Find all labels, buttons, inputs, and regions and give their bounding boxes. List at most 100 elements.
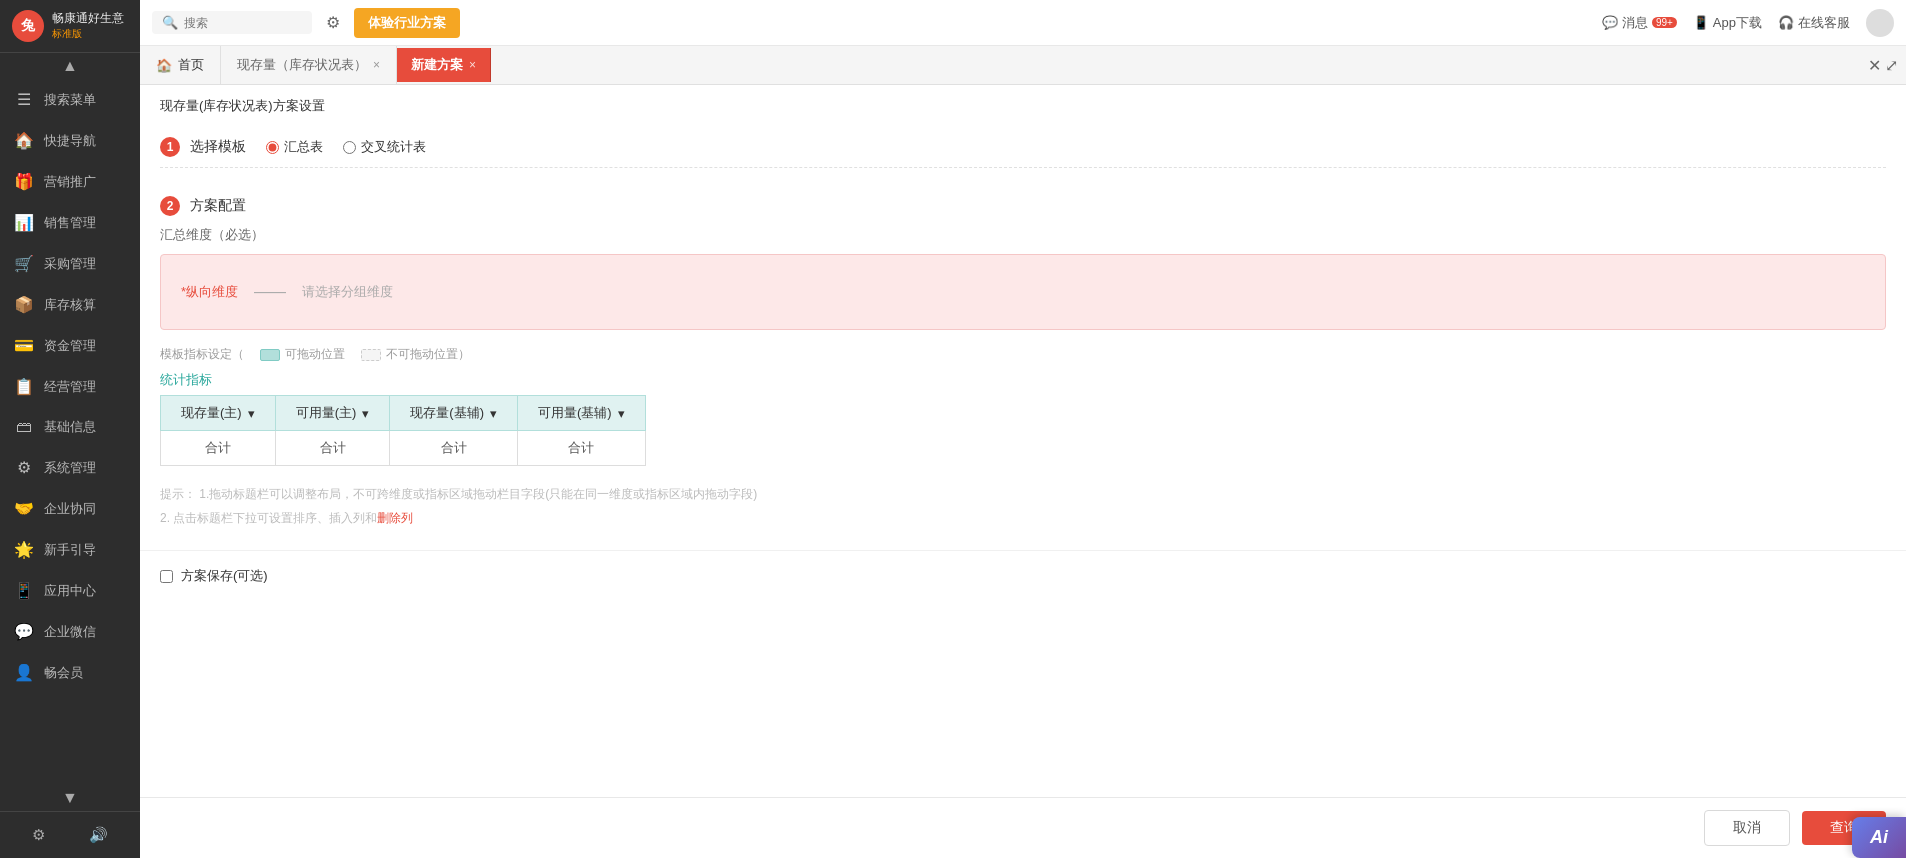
- stats-column-cell: 合计: [518, 431, 646, 466]
- sidebar-item-purchase[interactable]: 🛒 采购管理: [0, 243, 140, 284]
- topbar-right: 💬 消息 99+ 📱 App下载 🎧 在线客服: [1602, 9, 1894, 37]
- sidebar-item-system[interactable]: ⚙系统管理: [0, 447, 140, 488]
- step2-section: 2 方案配置 汇总维度（必选） *纵向维度 —— 请选择分组维度 模板指标设定（: [160, 167, 1886, 530]
- app-download-btn[interactable]: 📱 App下载: [1693, 14, 1762, 32]
- avatar[interactable]: [1866, 9, 1894, 37]
- radio-cross-label: 交叉统计表: [361, 138, 426, 156]
- search-box[interactable]: 🔍: [152, 11, 312, 34]
- dimension-required: *纵向维度: [181, 283, 238, 301]
- window-expand-btn[interactable]: ⤢: [1885, 56, 1898, 75]
- dimension-divider: ——: [254, 283, 286, 301]
- dimension-box[interactable]: *纵向维度 —— 请选择分组维度: [160, 254, 1886, 330]
- sidebar-item-operation[interactable]: 📋 经营管理: [0, 366, 140, 407]
- tab-inventory-close[interactable]: ×: [373, 58, 380, 72]
- sales-icon: 📊: [14, 213, 34, 232]
- sidebar-item-wechat[interactable]: 💬企业微信: [0, 611, 140, 652]
- sidebar-item-finance[interactable]: 💳资金管理: [0, 325, 140, 366]
- tab-inventory-label: 现存量（库存状况表）: [237, 56, 367, 74]
- window-controls: ✕ ⤢: [1868, 56, 1906, 75]
- indicator-legend: 模板指标设定（ 可拖动位置 不可拖动位置）: [160, 346, 1886, 363]
- sidebar-item-guide[interactable]: 🌟 新手引导: [0, 529, 140, 570]
- sidebar-item-label-contract: 企业协同: [44, 500, 96, 518]
- sidebar-item-contract[interactable]: 🤝 企业协同: [0, 488, 140, 529]
- tip1: 提示： 1.拖动标题栏可以调整布局，不可跨维度或指标区域拖动栏目字段(只能在同一…: [160, 482, 1886, 506]
- stats-column-header[interactable]: 现存量(主)▾: [161, 396, 276, 431]
- save-label: 方案保存(可选): [181, 567, 268, 585]
- step1-num: 1: [160, 137, 180, 157]
- search-input[interactable]: [184, 16, 284, 30]
- tab-new-scheme[interactable]: 新建方案 ×: [397, 48, 491, 82]
- tip2: 2. 点击标题栏下拉可设置排序、插入列和删除列: [160, 506, 1886, 530]
- stats-column-cell: 合计: [390, 431, 518, 466]
- sidebar-item-shortcut[interactable]: 🏠 快捷导航: [0, 120, 140, 161]
- shortcut-icon: 🏠: [14, 131, 34, 150]
- message-icon: 💬: [1602, 15, 1618, 30]
- sidebar-sound-btn[interactable]: 🔊: [85, 822, 112, 848]
- sidebar-item-label-operation: 经营管理: [44, 378, 96, 396]
- sidebar-scroll-down-btn[interactable]: ▼: [0, 785, 140, 811]
- sidebar-item-label-purchase: 采购管理: [44, 255, 96, 273]
- ai-float-btn[interactable]: Ai: [1852, 817, 1906, 858]
- member-icon: 👤: [14, 663, 34, 682]
- sidebar-item-label-guide: 新手引导: [44, 541, 96, 559]
- headset-icon: 🎧: [1778, 15, 1794, 30]
- sidebar-item-label-member: 畅会员: [44, 664, 83, 682]
- stats-column-header[interactable]: 可用量(基辅)▾: [518, 396, 646, 431]
- indicator-config: 模板指标设定（ 可拖动位置 不可拖动位置） 统计指标: [160, 346, 1886, 530]
- logo-icon: 兔: [12, 10, 44, 42]
- topbar: 🔍 ⚙ 体验行业方案 💬 消息 99+ 📱 App下载 🎧 在线客服: [140, 0, 1906, 46]
- tips-area: 提示： 1.拖动标题栏可以调整布局，不可跨维度或指标区域拖动栏目字段(只能在同一…: [160, 482, 1886, 530]
- message-btn[interactable]: 💬 消息 99+: [1602, 14, 1677, 32]
- topbar-settings-btn[interactable]: ⚙: [322, 9, 344, 36]
- radio-summary-input[interactable]: [266, 141, 279, 154]
- stats-column-header[interactable]: 现存量(基辅)▾: [390, 396, 518, 431]
- search-icon: ☰: [14, 90, 34, 109]
- radio-cross[interactable]: 交叉统计表: [343, 138, 426, 156]
- summary-dimension-label: 汇总维度（必选）: [160, 226, 1886, 244]
- tab-home[interactable]: 🏠 首页: [140, 46, 221, 84]
- inventory-icon: 📦: [14, 295, 34, 314]
- sidebar-scroll-up-btn[interactable]: ▲: [0, 53, 140, 79]
- non-draggable-icon: [361, 349, 381, 361]
- cancel-button[interactable]: 取消: [1704, 810, 1790, 846]
- content-area: 现存量(库存状况表)方案设置 1 选择模板 汇总表 交叉统计表: [140, 85, 1906, 797]
- save-checkbox[interactable]: [160, 570, 173, 583]
- online-service-label: 在线客服: [1798, 14, 1850, 32]
- sidebar-item-apps[interactable]: 📱 应用中心: [0, 570, 140, 611]
- purchase-icon: 🛒: [14, 254, 34, 273]
- basic-icon: 🗃: [14, 418, 34, 436]
- sidebar-item-member[interactable]: 👤 畅会员: [0, 652, 140, 693]
- sidebar-item-label-finance: 资金管理: [44, 337, 96, 355]
- sidebar-item-marketing[interactable]: 🎁营销推广: [0, 161, 140, 202]
- stats-column-header[interactable]: 可用量(主)▾: [275, 396, 390, 431]
- indicator-config-label: 模板指标设定（: [160, 346, 244, 363]
- contract-icon: 🤝: [14, 499, 34, 518]
- window-close-btn[interactable]: ✕: [1868, 56, 1881, 75]
- operation-icon: 📋: [14, 377, 34, 396]
- home-icon: 🏠: [156, 58, 172, 73]
- sidebar-item-label-basic: 基础信息: [44, 418, 96, 436]
- scheme-section: 1 选择模板 汇总表 交叉统计表 2 方案配置: [140, 123, 1906, 550]
- trial-btn[interactable]: 体验行业方案: [354, 8, 460, 38]
- tab-bar: 🏠 首页 现存量（库存状况表） × 新建方案 × ✕ ⤢: [140, 46, 1906, 85]
- tab-inventory[interactable]: 现存量（库存状况表） ×: [221, 46, 397, 84]
- stats-table: 现存量(主)▾可用量(主)▾现存量(基辅)▾可用量(基辅)▾ 合计合计合计合计: [160, 395, 646, 466]
- tab-home-label: 首页: [178, 56, 204, 74]
- sidebar-nav: ☰搜索菜单 🏠 快捷导航 🎁营销推广📊销售管理 🛒 采购管理 📦库存核算💳资金管理 📋 经营管理…: [0, 79, 140, 785]
- sidebar-item-basic[interactable]: 🗃 基础信息: [0, 407, 140, 447]
- sidebar-item-inventory[interactable]: 📦库存核算: [0, 284, 140, 325]
- radio-cross-input[interactable]: [343, 141, 356, 154]
- stats-title: 统计指标: [160, 371, 1886, 389]
- tab-new-close[interactable]: ×: [469, 58, 476, 72]
- step2-row: 2 方案配置: [160, 182, 1886, 226]
- sidebar-item-search[interactable]: ☰搜索菜单: [0, 79, 140, 120]
- sidebar-item-label-shortcut: 快捷导航: [44, 132, 96, 150]
- sidebar-item-sales[interactable]: 📊销售管理: [0, 202, 140, 243]
- radio-summary[interactable]: 汇总表: [266, 138, 323, 156]
- sidebar-item-label-apps: 应用中心: [44, 582, 96, 600]
- sidebar-settings-btn[interactable]: ⚙: [28, 822, 49, 848]
- apps-icon: 📱: [14, 581, 34, 600]
- guide-icon: 🌟: [14, 540, 34, 559]
- sidebar-footer: ⚙ 🔊: [0, 811, 140, 858]
- online-service-btn[interactable]: 🎧 在线客服: [1778, 14, 1850, 32]
